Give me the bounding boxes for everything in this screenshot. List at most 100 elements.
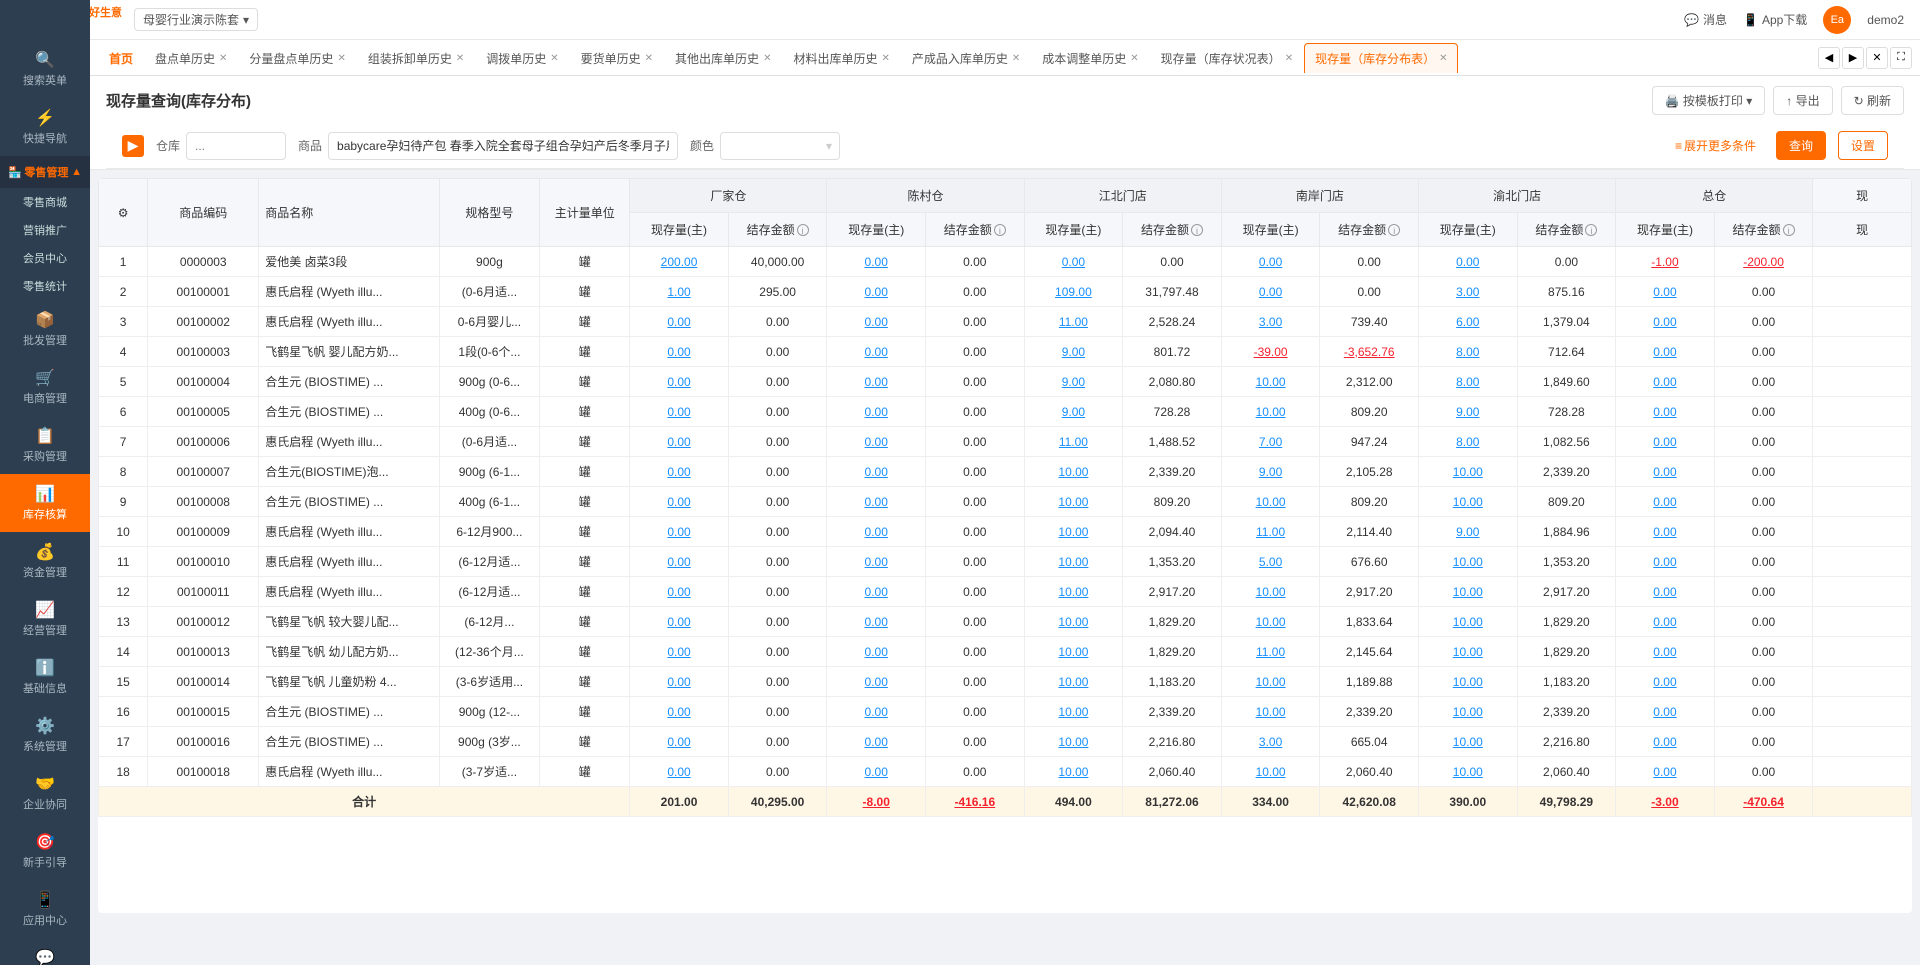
cell-nanan-qty[interactable]: -39.00 <box>1221 337 1320 367</box>
cell-nanan-qty[interactable]: 3.00 <box>1221 307 1320 337</box>
tab-assembly[interactable]: 组装拆卸单历史 ✕ <box>357 43 475 73</box>
cell-total-qty[interactable]: 0.00 <box>1616 337 1715 367</box>
cell-chengjia-qty[interactable]: 0.00 <box>827 427 926 457</box>
close-tab-1[interactable]: ✕ <box>219 53 227 64</box>
cell-chengjia-qty[interactable]: 0.00 <box>827 487 926 517</box>
cell-chengjia-qty[interactable]: 0.00 <box>827 607 926 637</box>
cell-jiangbei-qty[interactable]: 10.00 <box>1024 667 1123 697</box>
cell-total-qty[interactable]: 0.00 <box>1616 367 1715 397</box>
cell-jiangbei-qty[interactable]: 10.00 <box>1024 517 1123 547</box>
cell-chengjia-qty[interactable]: 0.00 <box>827 277 926 307</box>
total-amt-info-icon[interactable]: i <box>1783 224 1795 236</box>
cell-total-qty[interactable]: 0.00 <box>1616 577 1715 607</box>
cell-jiangbei-qty[interactable]: 10.00 <box>1024 697 1123 727</box>
sidebar-item-search[interactable]: 🔍 搜索英单 <box>0 40 90 98</box>
cell-chengjia-qty[interactable]: 0.00 <box>827 667 926 697</box>
cell-factory-qty[interactable]: 0.00 <box>630 367 729 397</box>
close-tab-4[interactable]: ✕ <box>550 53 558 64</box>
cell-jiangbei-qty[interactable]: 109.00 <box>1024 277 1123 307</box>
cell-jiangbei-qty[interactable]: 10.00 <box>1024 757 1123 787</box>
cell-total-qty[interactable]: 0.00 <box>1616 487 1715 517</box>
tab-inventory-history[interactable]: 盘点单历史 ✕ <box>144 43 238 73</box>
cell-nanan-qty[interactable]: 10.00 <box>1221 757 1320 787</box>
tab-prev-btn[interactable]: ◀ <box>1818 47 1840 69</box>
nanan-amt-info-icon[interactable]: i <box>1388 224 1400 236</box>
cell-factory-qty[interactable]: 1.00 <box>630 277 729 307</box>
cell-yubei-qty[interactable]: 9.00 <box>1418 517 1517 547</box>
cell-nanan-qty[interactable]: 10.00 <box>1221 397 1320 427</box>
cell-yubei-qty[interactable]: 8.00 <box>1418 337 1517 367</box>
cell-nanan-qty[interactable]: 10.00 <box>1221 607 1320 637</box>
cell-nanan-qty[interactable]: 10.00 <box>1221 697 1320 727</box>
sidebar-item-enterprise[interactable]: 🤝 企业协同 <box>0 764 90 822</box>
cell-yubei-qty[interactable]: 9.00 <box>1418 397 1517 427</box>
cell-chengjia-qty[interactable]: 0.00 <box>827 637 926 667</box>
cell-jiangbei-qty[interactable]: 10.00 <box>1024 607 1123 637</box>
cell-yubei-qty[interactable]: 10.00 <box>1418 577 1517 607</box>
cell-chengjia-qty[interactable]: 0.00 <box>827 247 926 277</box>
tab-product-inbound[interactable]: 产成品入库单历史 ✕ <box>901 43 1031 73</box>
cell-chengjia-qty[interactable]: 0.00 <box>827 577 926 607</box>
cell-total-qty[interactable]: 0.00 <box>1616 667 1715 697</box>
cell-yubei-qty[interactable]: 10.00 <box>1418 727 1517 757</box>
cell-total-qty[interactable]: 0.00 <box>1616 457 1715 487</box>
close-tab-7[interactable]: ✕ <box>881 53 889 64</box>
sidebar-item-purchase[interactable]: 📋 采购管理 <box>0 416 90 474</box>
close-tab-6[interactable]: ✕ <box>763 53 771 64</box>
export-btn[interactable]: ↑ 导出 <box>1773 86 1832 115</box>
cell-factory-qty[interactable]: 0.00 <box>630 667 729 697</box>
sidebar-item-wechat[interactable]: 💬 企业微信 <box>0 938 90 965</box>
cell-total-qty[interactable]: 0.00 <box>1616 757 1715 787</box>
tab-close-all-btn[interactable]: ✕ <box>1866 47 1888 69</box>
cell-total-qty[interactable]: 0.00 <box>1616 397 1715 427</box>
tab-stock-status[interactable]: 现存量（库存状况表） ✕ <box>1150 43 1304 73</box>
tab-stock-distribution[interactable]: 现存量（库存分布表） ✕ <box>1304 43 1458 73</box>
cell-nanan-qty[interactable]: 10.00 <box>1221 367 1320 397</box>
sidebar-item-guide[interactable]: 🎯 新手引导 <box>0 822 90 880</box>
cell-jiangbei-qty[interactable]: 9.00 <box>1024 367 1123 397</box>
sidebar-item-retail-stats[interactable]: 零售统计 <box>0 272 90 300</box>
cell-total-qty[interactable]: 0.00 <box>1616 547 1715 577</box>
cell-jiangbei-qty[interactable]: 0.00 <box>1024 247 1123 277</box>
cell-factory-qty[interactable]: 0.00 <box>630 577 729 607</box>
close-tab-8[interactable]: ✕ <box>1012 53 1020 64</box>
cell-factory-qty[interactable]: 200.00 <box>630 247 729 277</box>
cell-chengjia-qty[interactable]: 0.00 <box>827 697 926 727</box>
refresh-btn[interactable]: ↻ 刷新 <box>1841 86 1904 115</box>
cell-yubei-qty[interactable]: 10.00 <box>1418 757 1517 787</box>
cell-nanan-qty[interactable]: 5.00 <box>1221 547 1320 577</box>
cell-chengjia-qty[interactable]: 0.00 <box>827 337 926 367</box>
sidebar-item-ecommerce[interactable]: 🛒 电商管理 <box>0 358 90 416</box>
cell-chengjia-qty[interactable]: 0.00 <box>827 517 926 547</box>
tab-transfer[interactable]: 调拨单历史 ✕ <box>475 43 569 73</box>
cell-factory-qty[interactable]: 0.00 <box>630 637 729 667</box>
cell-factory-qty[interactable]: 0.00 <box>630 457 729 487</box>
col-header-settings[interactable]: ⚙ <box>99 179 148 247</box>
sidebar-item-members[interactable]: 会员中心 <box>0 244 90 272</box>
cell-chengjia-qty[interactable]: 0.00 <box>827 307 926 337</box>
sidebar-item-basic-info[interactable]: ℹ️ 基础信息 <box>0 648 90 706</box>
cell-yubei-qty[interactable]: 10.00 <box>1418 547 1517 577</box>
cell-total-qty[interactable]: 0.00 <box>1616 427 1715 457</box>
cell-jiangbei-qty[interactable]: 10.00 <box>1024 577 1123 607</box>
cell-jiangbei-qty[interactable]: 10.00 <box>1024 727 1123 757</box>
cell-nanan-qty[interactable]: 11.00 <box>1221 637 1320 667</box>
cell-yubei-qty[interactable]: 10.00 <box>1418 457 1517 487</box>
cell-jiangbei-qty[interactable]: 10.00 <box>1024 487 1123 517</box>
color-dropdown-icon[interactable]: ▾ <box>826 139 832 153</box>
color-input[interactable] <box>720 132 840 160</box>
cell-total-qty[interactable]: 0.00 <box>1616 697 1715 727</box>
username[interactable]: demo2 <box>1867 13 1904 27</box>
sidebar-item-operations[interactable]: 📈 经营管理 <box>0 590 90 648</box>
cell-chengjia-qty[interactable]: 0.00 <box>827 457 926 487</box>
cell-yubei-qty[interactable]: 10.00 <box>1418 697 1517 727</box>
cell-yubei-qty[interactable]: 3.00 <box>1418 277 1517 307</box>
cell-chengjia-qty[interactable]: 0.00 <box>827 757 926 787</box>
cell-jiangbei-qty[interactable]: 9.00 <box>1024 337 1123 367</box>
cell-factory-qty[interactable]: 0.00 <box>630 307 729 337</box>
cell-nanan-qty[interactable]: 11.00 <box>1221 517 1320 547</box>
cell-factory-qty[interactable]: 0.00 <box>630 427 729 457</box>
tab-other-outbound[interactable]: 其他出库单历史 ✕ <box>664 43 782 73</box>
tab-next-btn[interactable]: ▶ <box>1842 47 1864 69</box>
cell-factory-qty[interactable]: 0.00 <box>630 517 729 547</box>
